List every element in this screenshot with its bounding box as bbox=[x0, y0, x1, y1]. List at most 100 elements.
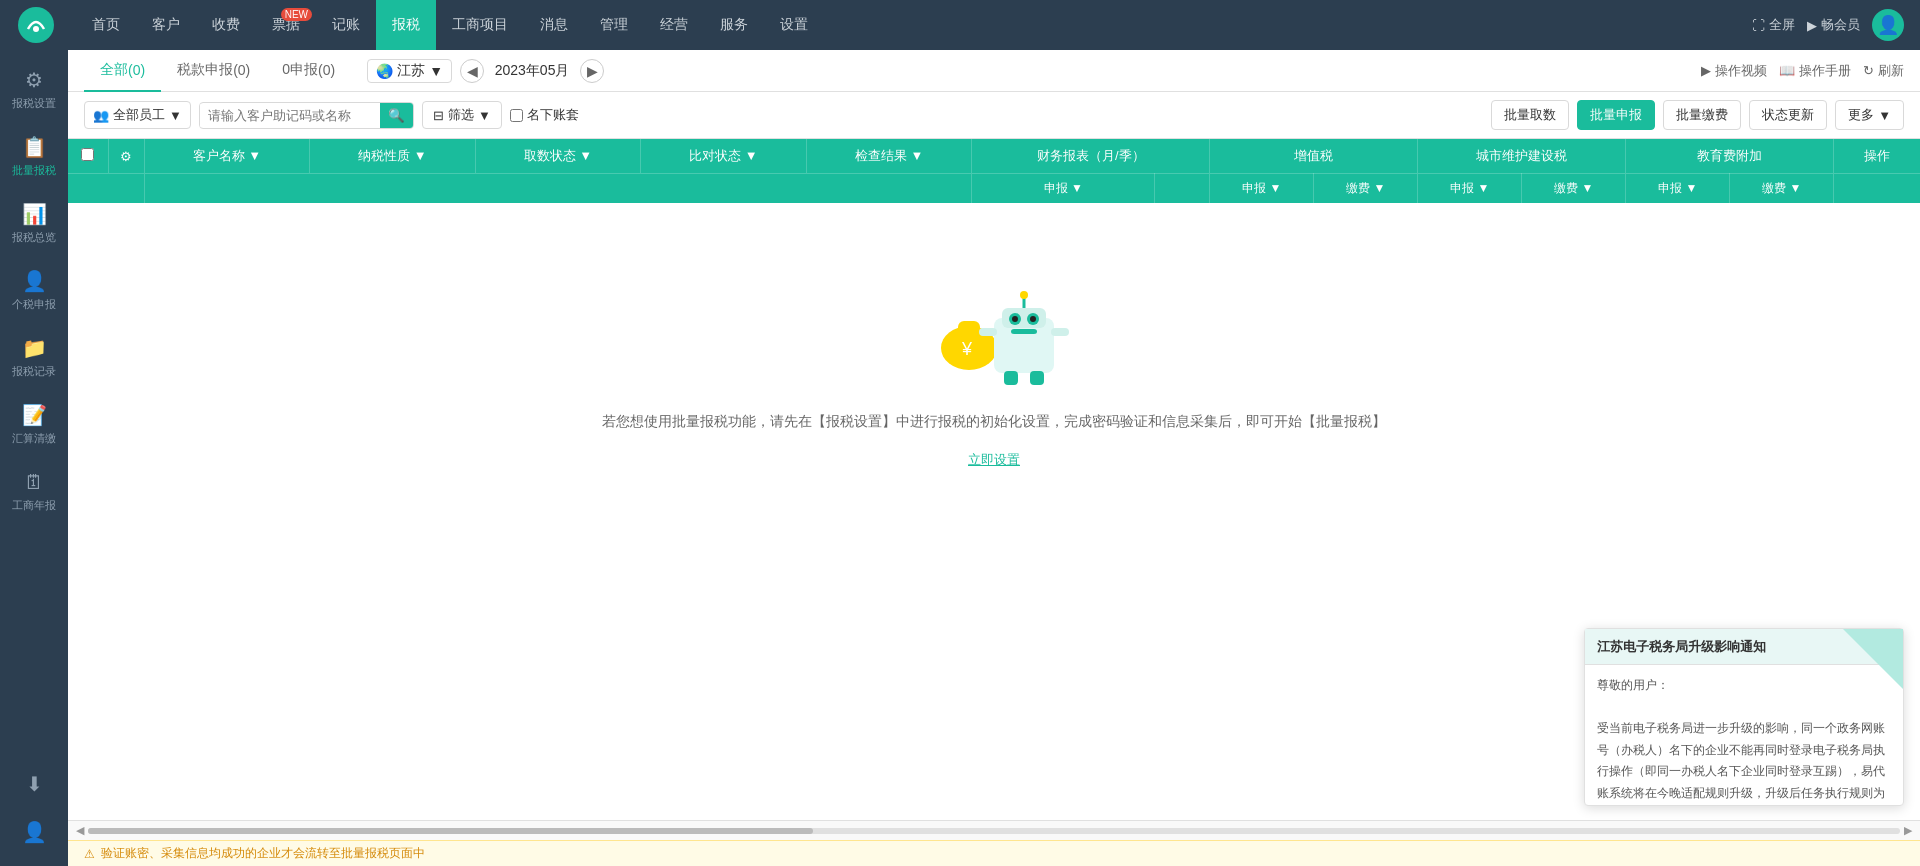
annual-report-icon: 🗓 bbox=[22, 470, 46, 494]
tab-all[interactable]: 全部(0) bbox=[84, 50, 161, 92]
sub-financial-declare: 申报 ▼ bbox=[972, 174, 1155, 204]
col-checkbox-header bbox=[68, 139, 108, 174]
date-navigation: ◀ 2023年05月 ▶ bbox=[460, 59, 604, 83]
svg-point-17 bbox=[1020, 291, 1028, 299]
tax-summary-icon: 📊 bbox=[22, 202, 46, 226]
search-icon: 🔍 bbox=[388, 108, 405, 123]
date-next-button[interactable]: ▶ bbox=[580, 59, 604, 83]
nav-charge[interactable]: 收费 bbox=[196, 0, 256, 50]
member-button[interactable]: ▶ 畅会员 bbox=[1807, 16, 1860, 34]
nav-operation[interactable]: 经营 bbox=[644, 0, 704, 50]
svg-rect-6 bbox=[1002, 308, 1046, 328]
svg-point-10 bbox=[1030, 316, 1036, 322]
sub-vat-pay: 缴费 ▼ bbox=[1314, 174, 1418, 204]
svg-rect-15 bbox=[1030, 371, 1044, 385]
download-icon: ⬇ bbox=[22, 772, 46, 796]
filter-icon: ⊟ bbox=[433, 108, 444, 123]
svg-rect-14 bbox=[1004, 371, 1018, 385]
nav-service[interactable]: 服务 bbox=[704, 0, 764, 50]
col-edu-surcharge-header: 教育费附加 bbox=[1626, 139, 1834, 174]
sidebar-item-personal-tax[interactable]: 👤 个税申报 bbox=[0, 259, 68, 322]
col-action-header: 操作 bbox=[1834, 139, 1920, 174]
nav-management[interactable]: 管理 bbox=[584, 0, 644, 50]
batch-tax-icon: 📋 bbox=[22, 135, 46, 159]
search-button[interactable]: 🔍 bbox=[380, 103, 413, 128]
personal-tax-icon: 👤 bbox=[22, 269, 46, 293]
operation-manual-button[interactable]: 📖 操作手册 bbox=[1779, 62, 1851, 80]
operation-video-button[interactable]: ▶ 操作视频 bbox=[1701, 62, 1767, 80]
sub-city-declare: 申报 ▼ bbox=[1418, 174, 1522, 204]
sidebar-item-tax-summary[interactable]: 📊 报税总览 bbox=[0, 192, 68, 255]
employee-select[interactable]: 👥 全部员工 ▼ bbox=[84, 101, 191, 129]
new-badge: NEW bbox=[281, 8, 312, 21]
account-checkbox-wrap[interactable]: 名下账套 bbox=[510, 106, 579, 124]
sub-header-row: 申报 ▼ 申报 ▼ 缴费 ▼ 申报 ▼ 缴费 ▼ 申报 ▼ 缴费 ▼ bbox=[68, 174, 1920, 204]
fullscreen-button[interactable]: ⛶ 全屏 bbox=[1752, 16, 1795, 34]
svg-rect-11 bbox=[1011, 329, 1037, 334]
col-client-name-header: 客户名称 ▼ bbox=[144, 139, 310, 174]
tab-tax-declare[interactable]: 税款申报(0) bbox=[161, 50, 266, 92]
search-wrap: 🔍 bbox=[199, 102, 414, 129]
sidebar-item-tax-record[interactable]: 📁 报税记录 bbox=[0, 326, 68, 389]
more-chevron-icon: ▼ bbox=[1878, 108, 1891, 123]
sidebar-item-annual-report[interactable]: 🗓 工商年报 bbox=[0, 460, 68, 523]
robot-illustration: ¥ bbox=[914, 263, 1074, 393]
gear-icon[interactable]: ⚙ bbox=[120, 149, 132, 164]
sidebar-download[interactable]: ⬇ bbox=[0, 762, 68, 806]
sidebar-item-batch-tax[interactable]: 📋 批量报税 bbox=[0, 125, 68, 188]
sub-edu-pay: 缴费 ▼ bbox=[1730, 174, 1834, 204]
nav-business[interactable]: 工商项目 bbox=[436, 0, 524, 50]
col-check-result-header: 检查结果 ▼ bbox=[806, 139, 972, 174]
batch-declare-button[interactable]: 批量申报 bbox=[1577, 100, 1655, 130]
select-all-checkbox[interactable] bbox=[81, 148, 94, 161]
svg-point-1 bbox=[33, 26, 39, 32]
logo[interactable] bbox=[16, 5, 56, 45]
refresh-button[interactable]: ↻ 刷新 bbox=[1863, 62, 1904, 80]
batch-fetch-button[interactable]: 批量取数 bbox=[1491, 100, 1569, 130]
svg-rect-13 bbox=[1051, 328, 1069, 336]
sidebar-user[interactable]: 👤 bbox=[0, 810, 68, 854]
sidebar-item-settlement[interactable]: 📝 汇算清缴 bbox=[0, 393, 68, 456]
status-message: 验证账密、采集信息均成功的企业才会流转至批量报税页面中 bbox=[101, 845, 425, 862]
table-body: ¥ bbox=[68, 203, 1920, 529]
nav-items: 首页 客户 收费 票据 NEW 记账 报税 工商项目 消息 管理 经营 服务 设… bbox=[76, 0, 1752, 50]
filter-button[interactable]: ⊟ 筛选 ▼ bbox=[422, 101, 502, 129]
batch-pay-button[interactable]: 批量缴费 bbox=[1663, 100, 1741, 130]
svg-rect-3 bbox=[958, 321, 980, 337]
nav-home[interactable]: 首页 bbox=[76, 0, 136, 50]
nav-message[interactable]: 消息 bbox=[524, 0, 584, 50]
employee-chevron-icon: ▼ bbox=[169, 108, 182, 123]
sub-vat-declare: 申报 ▼ bbox=[1210, 174, 1314, 204]
date-prev-button[interactable]: ◀ bbox=[460, 59, 484, 83]
nav-customer[interactable]: 客户 bbox=[136, 0, 196, 50]
svg-point-9 bbox=[1012, 316, 1018, 322]
nav-invoice[interactable]: 票据 NEW bbox=[256, 0, 316, 50]
toolbar-actions: 批量取数 批量申报 批量缴费 状态更新 更多 ▼ bbox=[1491, 100, 1904, 130]
notification-popup: 江苏电子税务局升级影响通知 ✕ 尊敬的用户： 受当前电子税务局进一步升级的影响，… bbox=[1584, 628, 1904, 806]
tabs-bar: 全部(0) 税款申报(0) 0申报(0) 🌏 江苏 ▼ ◀ 2023年05月 ▶ bbox=[68, 50, 1920, 92]
search-input[interactable] bbox=[200, 104, 380, 127]
data-table: ⚙ 客户名称 ▼ 纳税性质 ▼ 取数状态 ▼ 比对状态 ▼ 检查结果 ▼ 财务报… bbox=[68, 139, 1920, 529]
col-fetch-status-header: 取数状态 ▼ bbox=[475, 139, 641, 174]
scroll-track[interactable] bbox=[88, 828, 1900, 834]
video-icon: ▶ bbox=[1701, 63, 1711, 78]
more-button[interactable]: 更多 ▼ bbox=[1835, 100, 1904, 130]
account-checkbox[interactable] bbox=[510, 109, 523, 122]
toolbar: 👥 全部员工 ▼ 🔍 ⊟ 筛选 ▼ 名下账套 批量取数 批量申报 bbox=[68, 92, 1920, 139]
nav-settings[interactable]: 设置 bbox=[764, 0, 824, 50]
avatar-icon: 👤 bbox=[1877, 14, 1899, 36]
notification-content: 尊敬的用户： 受当前电子税务局进一步升级的影响，同一个政务网账号（办税人）名下的… bbox=[1597, 678, 1885, 805]
bottom-scrollbar: ◀ ▶ bbox=[68, 820, 1920, 840]
col-vat-header: 增值税 bbox=[1210, 139, 1418, 174]
tab-zero-declare[interactable]: 0申报(0) bbox=[266, 50, 351, 92]
status-update-button[interactable]: 状态更新 bbox=[1749, 100, 1827, 130]
nav-bookkeeping[interactable]: 记账 bbox=[316, 0, 376, 50]
sub-empty2 bbox=[144, 174, 972, 204]
region-selector[interactable]: 🌏 江苏 ▼ bbox=[367, 59, 452, 83]
refresh-icon: ↻ bbox=[1863, 63, 1874, 78]
date-display: 2023年05月 bbox=[492, 62, 572, 80]
user-avatar[interactable]: 👤 bbox=[1872, 9, 1904, 41]
nav-tax[interactable]: 报税 bbox=[376, 0, 436, 50]
sidebar-item-tax-settings[interactable]: ⚙ 报税设置 bbox=[0, 58, 68, 121]
setup-link[interactable]: 立即设置 bbox=[968, 451, 1020, 469]
